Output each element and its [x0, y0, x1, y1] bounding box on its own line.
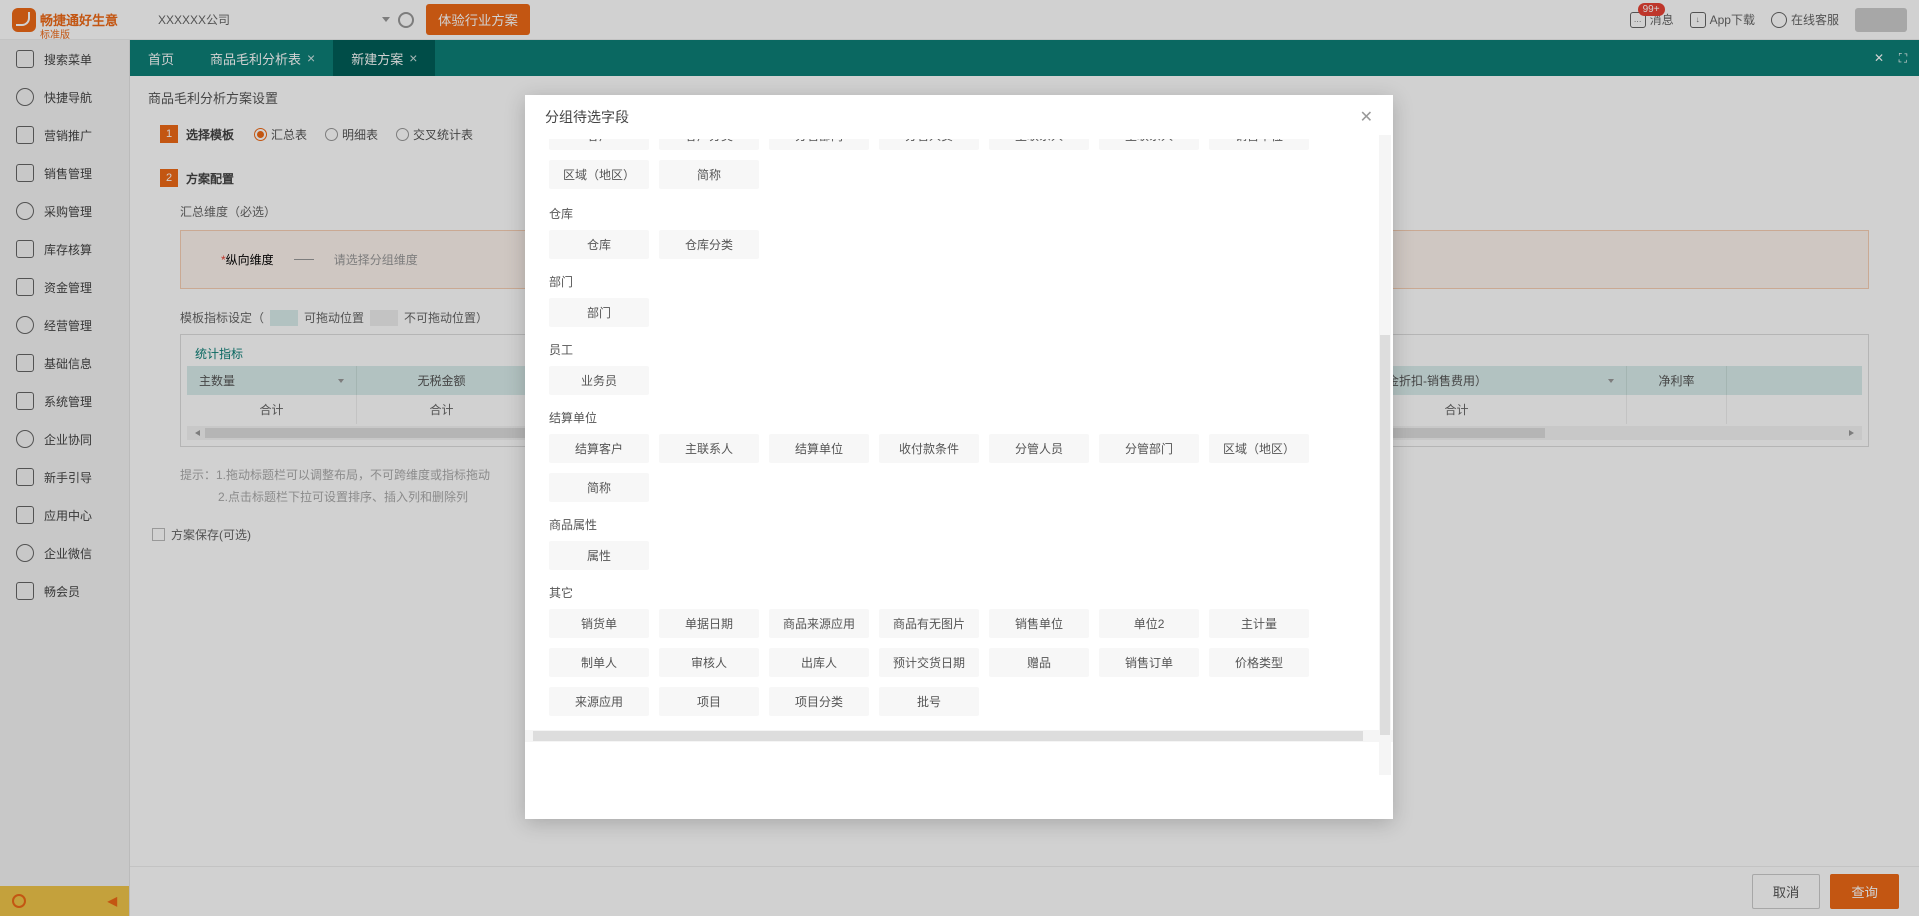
field-items-row: 销货单单据日期商品来源应用商品有无图片销售单位单位2 主计量制单人审核人出库人预计…	[549, 609, 1369, 716]
modal-body: 客户客户分类分管部门分管人员主联系人主联系人销售单位 区域（地区）简称 仓库仓库…	[525, 139, 1393, 819]
field-item[interactable]: 分管部门	[769, 139, 869, 150]
modal-vertical-scrollbar[interactable]	[1379, 135, 1391, 775]
field-group: 仓库仓库仓库分类	[549, 205, 1369, 259]
field-item[interactable]: 属性	[549, 541, 649, 570]
field-item[interactable]: 来源应用	[549, 687, 649, 716]
field-item[interactable]: 出库人	[769, 648, 869, 677]
field-items-row: 属性	[549, 541, 1369, 570]
field-group-title: 部门	[549, 273, 1369, 290]
field-item[interactable]: 单位2	[1099, 609, 1199, 638]
scroll-thumb[interactable]	[1380, 335, 1390, 735]
field-group-title: 仓库	[549, 205, 1369, 222]
field-item[interactable]: 区域（地区）	[549, 160, 649, 189]
field-item[interactable]: 仓库分类	[659, 230, 759, 259]
field-item[interactable]: 商品有无图片	[879, 609, 979, 638]
field-item[interactable]: 客户分类	[659, 139, 759, 150]
field-item[interactable]: 仓库	[549, 230, 649, 259]
field-group: 结算单位结算客户主联系人结算单位收付款条件分管人员分管部门区域（地区）简称	[549, 409, 1369, 502]
field-item[interactable]: 审核人	[659, 648, 759, 677]
field-item[interactable]: 赠品	[989, 648, 1089, 677]
field-item[interactable]: 项目分类	[769, 687, 869, 716]
extra-top-fields: 区域（地区） 简称	[549, 160, 1369, 189]
field-item[interactable]: 主联系人	[989, 139, 1089, 150]
field-item[interactable]: 销售单位	[1209, 139, 1309, 150]
field-group: 部门部门	[549, 273, 1369, 327]
field-item[interactable]: 客户	[549, 139, 649, 150]
field-item[interactable]: 业务员	[549, 366, 649, 395]
field-item[interactable]: 主计量	[1209, 609, 1309, 638]
field-group-title: 员工	[549, 341, 1369, 358]
field-items-row: 部门	[549, 298, 1369, 327]
modal-title: 分组待选字段	[545, 107, 629, 127]
modal-horizontal-scrollbar[interactable]	[525, 730, 1393, 742]
field-item[interactable]: 项目	[659, 687, 759, 716]
scroll-thumb[interactable]	[533, 731, 1363, 741]
field-item[interactable]: 销货单	[549, 609, 649, 638]
field-item[interactable]: 批号	[879, 687, 979, 716]
field-item[interactable]: 销售单位	[989, 609, 1089, 638]
field-group: 员工业务员	[549, 341, 1369, 395]
field-item[interactable]: 主联系人	[659, 434, 759, 463]
field-item[interactable]: 结算客户	[549, 434, 649, 463]
field-group-title: 其它	[549, 584, 1369, 601]
field-item[interactable]: 分管人员	[989, 434, 1089, 463]
field-item[interactable]: 商品来源应用	[769, 609, 869, 638]
field-item[interactable]: 简称	[549, 473, 649, 502]
field-item[interactable]: 主联系人	[1099, 139, 1199, 150]
modal-inner: 客户客户分类分管部门分管人员主联系人主联系人销售单位 区域（地区）简称 仓库仓库…	[549, 139, 1369, 716]
field-group: 商品属性属性	[549, 516, 1369, 570]
field-item[interactable]: 区域（地区）	[1209, 434, 1309, 463]
field-item[interactable]: 销售订单	[1099, 648, 1199, 677]
field-group: 其它销货单单据日期商品来源应用商品有无图片销售单位单位2 主计量制单人审核人出库人…	[549, 584, 1369, 716]
field-group-title: 结算单位	[549, 409, 1369, 426]
field-item[interactable]: 部门	[549, 298, 649, 327]
field-item[interactable]: 制单人	[549, 648, 649, 677]
field-item[interactable]: 简称	[659, 160, 759, 189]
modal-header: 分组待选字段 ✕	[525, 95, 1393, 139]
field-item[interactable]: 收付款条件	[879, 434, 979, 463]
close-icon[interactable]: ✕	[1360, 107, 1373, 127]
field-items-row: 仓库仓库分类	[549, 230, 1369, 259]
field-item[interactable]: 单据日期	[659, 609, 759, 638]
top-row-fields: 客户客户分类分管部门分管人员主联系人主联系人销售单位	[549, 139, 1369, 150]
field-item[interactable]: 分管部门	[1099, 434, 1199, 463]
field-items-row: 结算客户主联系人结算单位收付款条件分管人员分管部门区域（地区） 简称	[549, 434, 1369, 502]
field-item[interactable]: 结算单位	[769, 434, 869, 463]
group-field-modal: 分组待选字段 ✕ 客户客户分类分管部门分管人员主联系人主联系人销售单位 区域（地…	[525, 95, 1393, 819]
field-item[interactable]: 价格类型	[1209, 648, 1309, 677]
field-group-title: 商品属性	[549, 516, 1369, 533]
field-items-row: 业务员	[549, 366, 1369, 395]
field-item[interactable]: 预计交货日期	[879, 648, 979, 677]
field-item[interactable]: 分管人员	[879, 139, 979, 150]
